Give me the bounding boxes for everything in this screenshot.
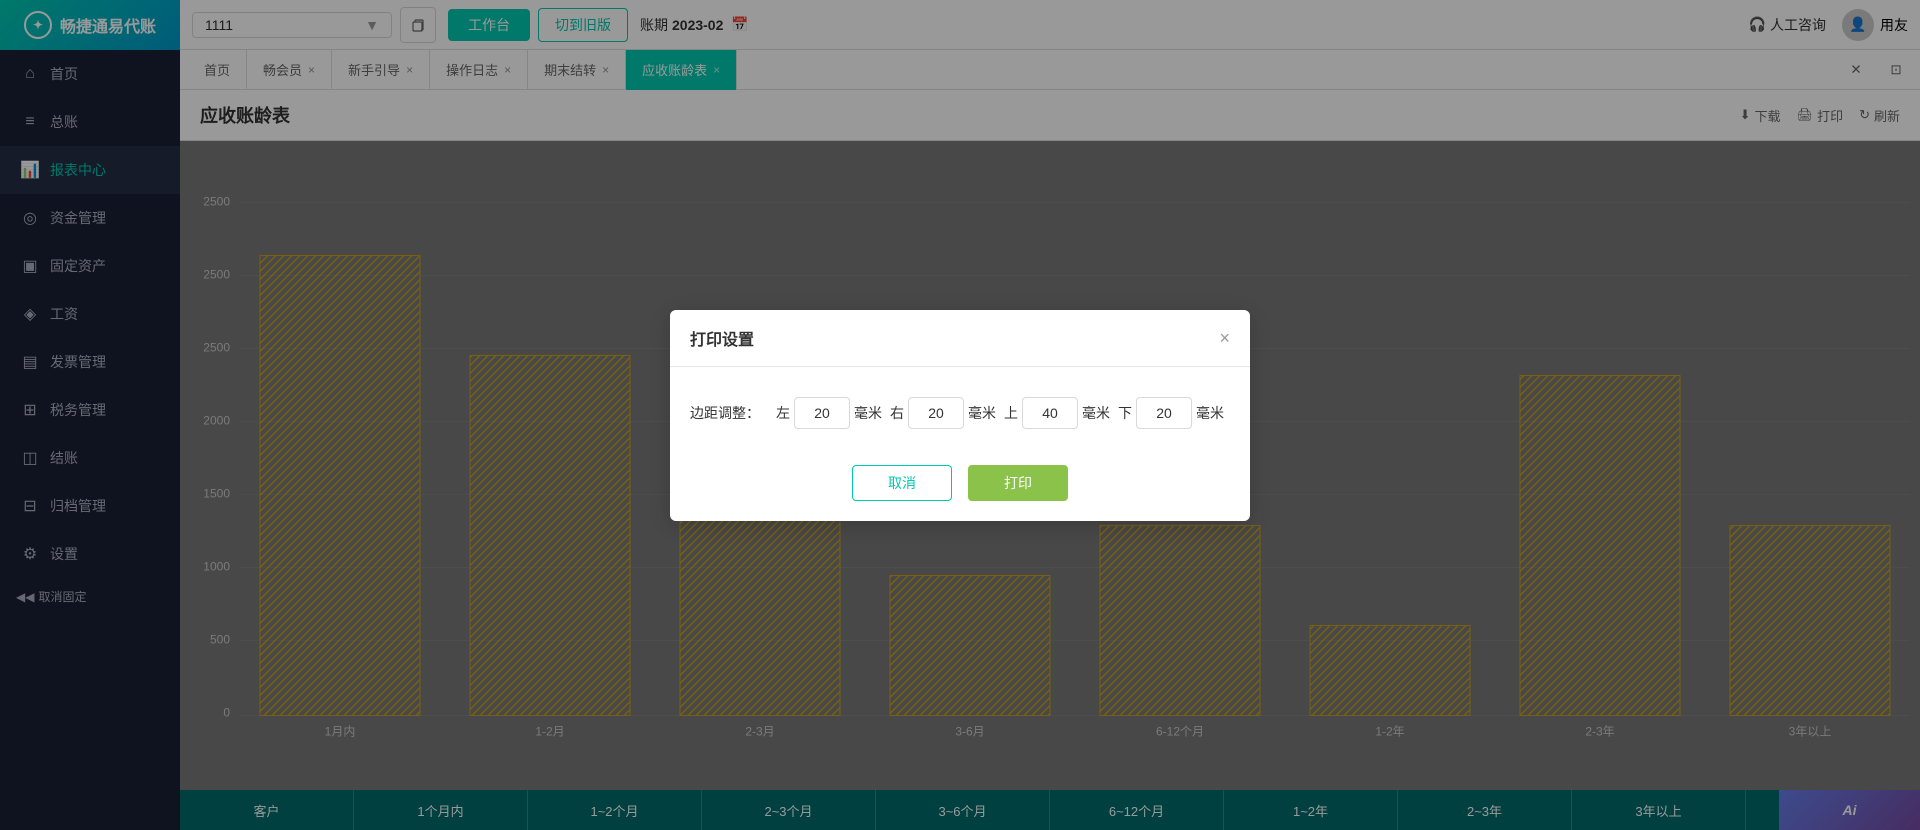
print-confirm-button[interactable]: 打印: [968, 465, 1068, 501]
margin-row: 边距调整： 左 毫米 右 毫米 上 毫米 下: [690, 397, 1230, 429]
margin-right-unit: 毫米: [968, 403, 996, 423]
margin-top-input[interactable]: [1022, 397, 1078, 429]
margin-right-label: 右: [890, 403, 904, 423]
margin-top-label: 上: [1004, 403, 1018, 423]
margin-bottom-input[interactable]: [1136, 397, 1192, 429]
modal-body: 边距调整： 左 毫米 右 毫米 上 毫米 下: [670, 367, 1250, 449]
margin-bottom-label: 下: [1118, 403, 1132, 423]
modal-footer: 取消 打印: [670, 449, 1250, 521]
margin-bottom-unit: 毫米: [1196, 403, 1224, 423]
print-settings-modal: 打印设置 × 边距调整： 左 毫米 右 毫米 上 毫米: [670, 310, 1250, 521]
margin-label: 边距调整：: [690, 403, 760, 423]
margin-top-group: 上 毫米: [1004, 397, 1110, 429]
modal-title: 打印设置: [690, 326, 754, 350]
margin-left-label: 左: [776, 403, 790, 423]
margin-left-unit: 毫米: [854, 403, 882, 423]
modal-overlay: 打印设置 × 边距调整： 左 毫米 右 毫米 上 毫米: [0, 0, 1920, 830]
margin-top-unit: 毫米: [1082, 403, 1110, 423]
cancel-button[interactable]: 取消: [852, 465, 952, 501]
margin-left-input[interactable]: [794, 397, 850, 429]
margin-right-input[interactable]: [908, 397, 964, 429]
modal-header: 打印设置 ×: [670, 310, 1250, 367]
margin-bottom-group: 下 毫米: [1118, 397, 1224, 429]
modal-close-button[interactable]: ×: [1219, 329, 1230, 347]
margin-left-group: 左 毫米: [776, 397, 882, 429]
margin-right-group: 右 毫米: [890, 397, 996, 429]
